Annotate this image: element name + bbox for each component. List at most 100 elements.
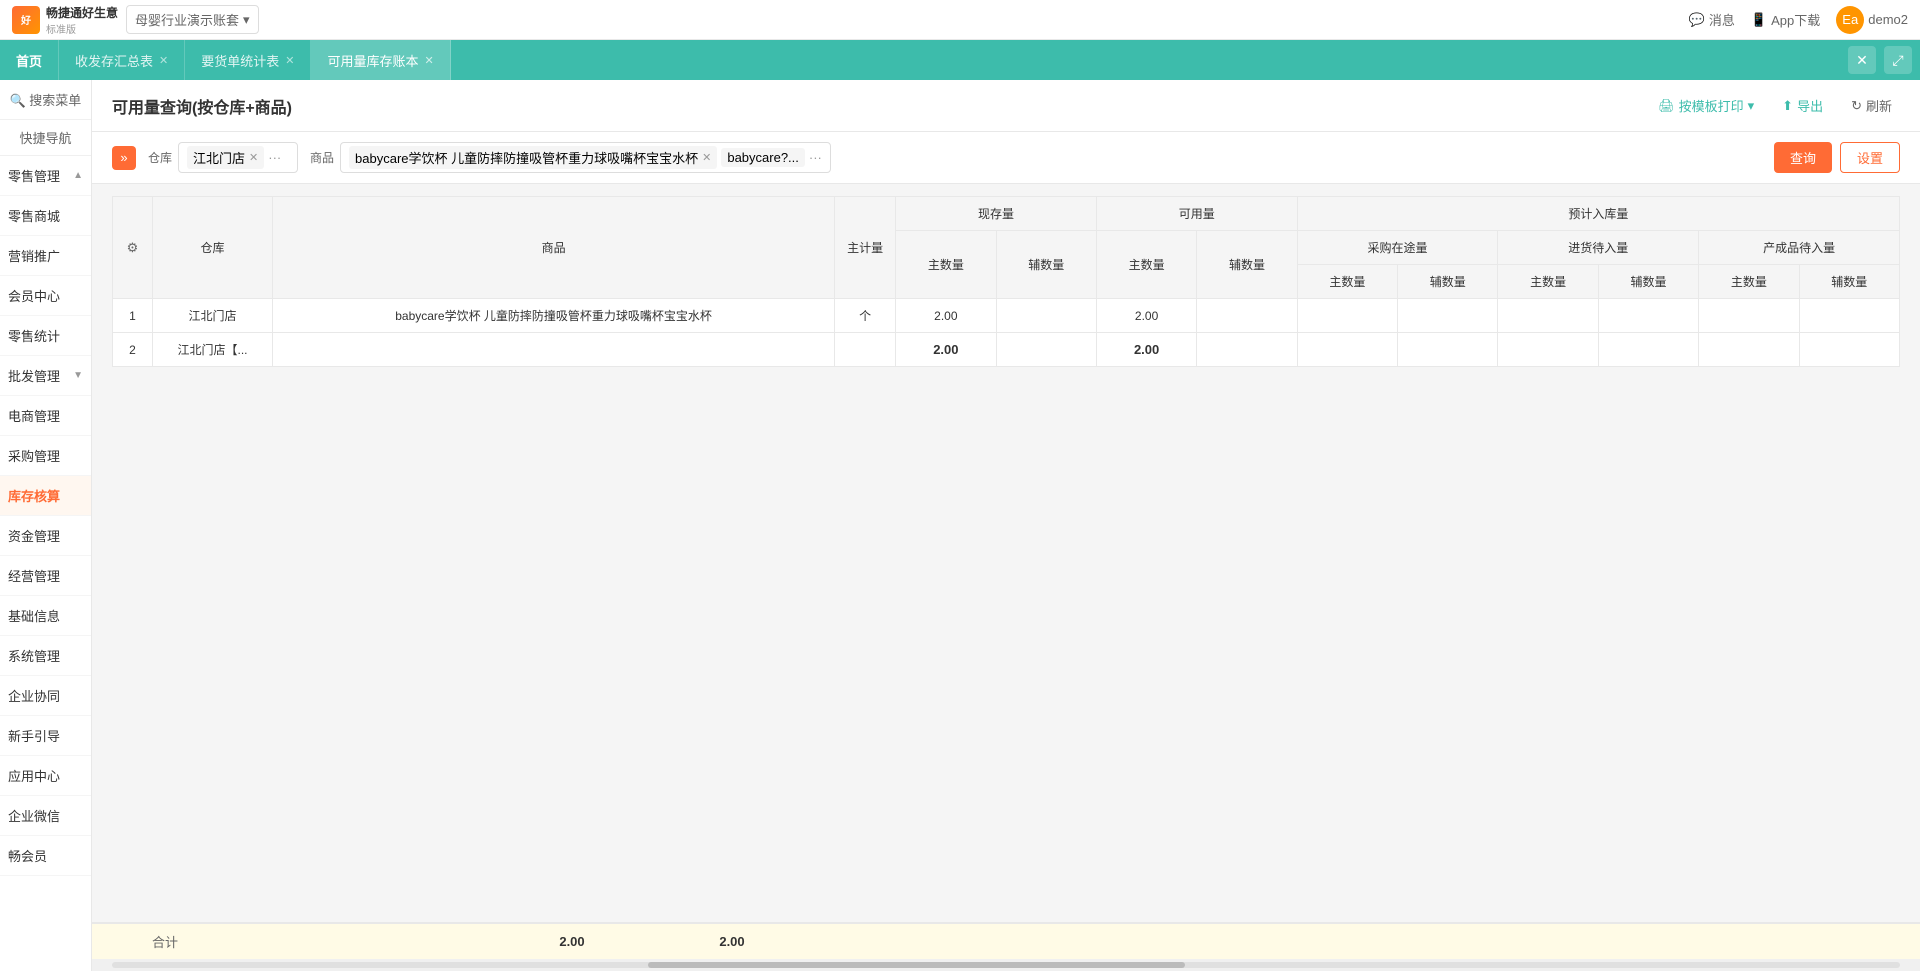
sidebar-item-basic-info[interactable]: 基础信息 [0, 596, 91, 636]
logo-icon: 好 [12, 6, 40, 34]
filter-bar: » 仓库 江北门店 ✕ ··· 商品 babycare学饮杯 儿童防摔防撞吸管杯… [92, 132, 1920, 184]
more-icon[interactable]: ··· [809, 150, 822, 165]
th-settings[interactable]: ⚙ [113, 197, 153, 299]
sidebar-item-operation[interactable]: 经营管理 [0, 556, 91, 596]
sidebar-item-label: 企业微信 [8, 806, 60, 825]
sidebar-item-retail-mgmt[interactable]: 零售管理 ▲ [0, 156, 91, 196]
th-purchase-group: 采购在途量 [1297, 231, 1498, 265]
sidebar-item-guide[interactable]: 新手引导 [0, 716, 91, 756]
app-title: 畅捷通好生意 [46, 4, 118, 21]
remove-warehouse-icon[interactable]: ✕ [249, 151, 258, 164]
refresh-btn[interactable]: ↻ 刷新 [1843, 92, 1900, 119]
th-production-main: 主数量 [1699, 265, 1799, 299]
row-production-main [1699, 333, 1799, 367]
row-stock-main: 2.00 [896, 299, 996, 333]
print-btn[interactable]: 🖨 按模板打印 ▾ [1650, 92, 1762, 119]
scrollbar-track[interactable] [112, 962, 1900, 968]
sidebar-item-label: 零售商城 [8, 206, 60, 225]
more-icon[interactable]: ··· [268, 150, 281, 165]
scrollbar-area [92, 959, 1920, 971]
sidebar-item-retail-stats[interactable]: 零售统计 [0, 316, 91, 356]
sidebar-item-ecommerce[interactable]: 电商管理 [0, 396, 91, 436]
double-right-icon: » [120, 150, 127, 165]
sidebar-item-label: 电商管理 [8, 406, 60, 425]
close-icon[interactable]: ✕ [425, 54, 434, 67]
sidebar-item-label: 畅会员 [8, 846, 47, 865]
sidebar-item-label: 资金管理 [8, 526, 60, 545]
avatar: Ea [1836, 6, 1864, 34]
th-available-main: 主数量 [1096, 231, 1196, 299]
sidebar-item-wholesale-mgmt[interactable]: 批发管理 ▼ [0, 356, 91, 396]
sidebar-item-member-center[interactable]: 会员中心 [0, 276, 91, 316]
sidebar-item-purchase[interactable]: 采购管理 [0, 436, 91, 476]
row-unit: 个 [835, 299, 896, 333]
row-purchase-aux [1398, 299, 1498, 333]
th-inbound-main: 主数量 [1498, 265, 1598, 299]
table-row: 1 江北门店 babycare学饮杯 儿童防摔防撞吸管杯重力球吸嘴杯宝宝水杯 个… [113, 299, 1900, 333]
product-input[interactable]: babycare学饮杯 儿童防摔防撞吸管杯重力球吸嘴杯宝宝水杯 ✕ babyca… [340, 142, 831, 173]
print-label: 按模板打印 [1679, 96, 1744, 115]
settings-button[interactable]: 设置 [1840, 142, 1900, 173]
warehouse-input[interactable]: 江北门店 ✕ ··· [178, 142, 298, 173]
sidebar-item-finance[interactable]: 资金管理 [0, 516, 91, 556]
gear-icon: ⚙ [127, 240, 139, 255]
sidebar-item-label: 零售管理 [8, 166, 60, 185]
sidebar-item-enterprise[interactable]: 企业协同 [0, 676, 91, 716]
sidebar-item-inventory[interactable]: 库存核算 [0, 476, 91, 516]
message-icon: 💬 [1689, 12, 1705, 28]
sidebar-quick-nav[interactable]: 快捷导航 [0, 120, 91, 156]
th-stock-main: 主数量 [896, 231, 996, 299]
expand-filter-btn[interactable]: » [112, 146, 136, 170]
sidebar-item-label: 经营管理 [8, 566, 60, 585]
remove-product-1-icon[interactable]: ✕ [702, 151, 711, 164]
row-stock-main: 2.00 [896, 333, 996, 367]
app-download-btn[interactable]: 📱 App下载 [1751, 10, 1820, 29]
row-inbound-aux [1598, 299, 1698, 333]
tab-order-stats[interactable]: 要货单统计表 ✕ [185, 40, 311, 80]
refresh-icon: ↻ [1851, 98, 1862, 114]
expand-btn[interactable]: ⤢ [1884, 46, 1912, 74]
tab-receivable-summary[interactable]: 收发存汇总表 ✕ [59, 40, 185, 80]
tab-home[interactable]: 首页 [0, 40, 59, 80]
export-btn[interactable]: ⬆ 导出 [1774, 92, 1831, 119]
scrollbar-thumb[interactable] [648, 962, 1184, 968]
row-stock-aux [996, 299, 1096, 333]
row-production-aux [1799, 299, 1899, 333]
row-available-main: 2.00 [1096, 299, 1196, 333]
warehouse-filter-label: 仓库 [148, 149, 172, 166]
chevron-down-icon: ▼ [73, 370, 83, 381]
close-icon[interactable]: ✕ [159, 54, 168, 67]
sidebar-item-retail-mall[interactable]: 零售商城 [0, 196, 91, 236]
sidebar-item-system[interactable]: 系统管理 [0, 636, 91, 676]
user-area[interactable]: Ea demo2 [1836, 6, 1908, 34]
footer-label: 合计 [112, 932, 272, 951]
sidebar-item-wechat[interactable]: 企业微信 [0, 796, 91, 836]
warehouse-filter: 仓库 江北门店 ✕ ··· [148, 142, 298, 173]
sidebar-item-app-center[interactable]: 应用中心 [0, 756, 91, 796]
tab-available-inventory[interactable]: 可用量库存账本 ✕ [311, 40, 450, 80]
refresh-label: 刷新 [1866, 96, 1892, 115]
th-available-aux: 辅数量 [1197, 231, 1297, 299]
close-icon[interactable]: ✕ [285, 54, 294, 67]
row-available-aux [1197, 333, 1297, 367]
chevron-up-icon: ▲ [73, 170, 83, 181]
sidebar-item-member[interactable]: 畅会员 [0, 836, 91, 876]
footer-stock-main: 2.00 [532, 934, 612, 949]
row-inbound-main [1498, 299, 1598, 333]
search-label: 搜索菜单 [29, 93, 81, 108]
query-button[interactable]: 查询 [1774, 142, 1832, 173]
sidebar-item-marketing[interactable]: 营销推广 [0, 236, 91, 276]
th-product: 商品 [273, 197, 835, 299]
nav-tabs: 首页 收发存汇总表 ✕ 要货单统计表 ✕ 可用量库存账本 ✕ ✕ ⤢ [0, 40, 1920, 80]
industry-selector[interactable]: 母婴行业演示账套 ▾ [126, 5, 259, 34]
message-btn[interactable]: 💬 消息 [1689, 10, 1735, 29]
export-icon: ⬆ [1782, 98, 1793, 114]
sidebar-item-label: 新手引导 [8, 726, 60, 745]
sidebar-search[interactable]: 🔍 搜索菜单 [0, 80, 91, 120]
sidebar-item-label: 零售统计 [8, 326, 60, 345]
data-table: ⚙ 仓库 商品 主计量 现存量 可用量 预计入库量 主数量 辅数量 主数量 辅数… [112, 196, 1900, 367]
sidebar-item-label: 批发管理 [8, 366, 60, 385]
sidebar-item-label: 应用中心 [8, 766, 60, 785]
close-all-btn[interactable]: ✕ [1848, 46, 1876, 74]
th-production-aux: 辅数量 [1799, 265, 1899, 299]
